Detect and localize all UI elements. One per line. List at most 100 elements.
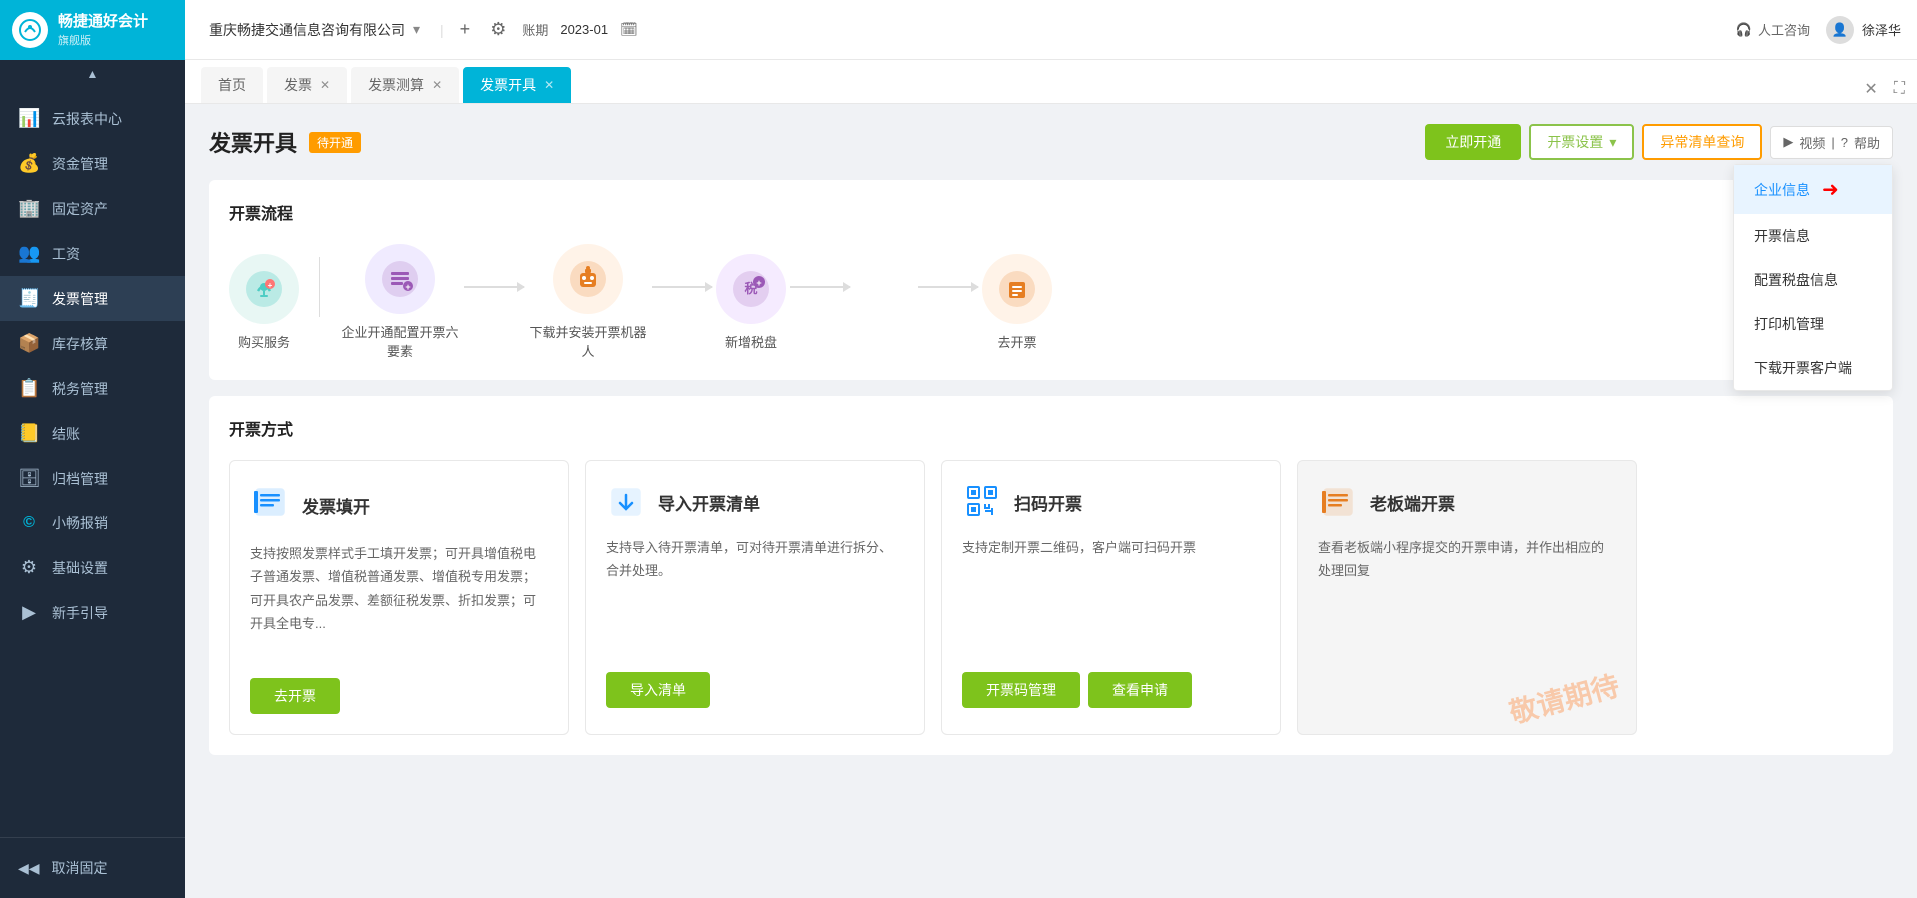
archive-icon: 🗄 [18,468,40,489]
scan-billing-view-btn[interactable]: 查看申请 [1088,672,1192,708]
dropdown-item-tax-disk-config[interactable]: 配置税盘信息 [1734,258,1892,302]
sidebar-label-tax-mgmt: 税务管理 [52,379,108,399]
flow-step-buy-service: + 购买服务 [229,254,299,351]
tab-invoice-calc[interactable]: 发票测算 ✕ [351,67,459,103]
help-label: 帮助 [1854,133,1880,152]
add-tax-disk-label: 新增税盘 [725,332,777,351]
invoice-mgmt-icon: 🧾 [18,288,40,309]
sidebar-label-inventory: 库存核算 [52,334,108,354]
cloud-report-icon: 📊 [18,108,40,129]
tabs-bar: 首页 发票 ✕ 发票测算 ✕ 发票开具 ✕ ✕ ⛶ [185,60,1917,104]
sidebar-scroll-up[interactable]: ▲ [0,60,185,88]
boss-billing-title: 老板端开票 [1370,490,1455,515]
sidebar-item-tax-mgmt[interactable]: 📋 税务管理 [0,366,185,411]
tab-invoice-label: 发票 [284,75,312,95]
period-calendar-icon[interactable]: 🗓 [620,21,638,38]
video-icon: ▶ [1783,134,1793,150]
scan-billing-title: 扫码开票 [1014,490,1082,515]
period-label: 账期 [522,20,548,39]
sidebar-item-payroll[interactable]: 👥 工资 [0,231,185,276]
sidebar-cancel-pin[interactable]: ◀◀ 取消固定 [18,850,167,886]
manual-billing-header: 发票填开 [250,481,548,530]
dropdown-tax-disk-config-label: 配置税盘信息 [1754,270,1838,290]
page-title: 发票开具 [209,126,297,158]
new-guide-icon: ▶ [18,602,40,623]
topbar-divider: | [440,22,444,38]
sidebar-item-fixed-assets[interactable]: 🏢 固定资产 [0,186,185,231]
svg-text:+: + [756,278,761,288]
billing-section-title: 开票方式 [229,416,1873,440]
scan-billing-header: 扫码开票 [962,481,1260,524]
svg-text:+: + [268,281,273,290]
status-badge: 待开通 [309,132,361,153]
tab-home[interactable]: 首页 [201,67,263,103]
scan-billing-mgmt-btn[interactable]: 开票码管理 [962,672,1080,708]
page-header: 发票开具 待开通 立即开通 开票设置 ▾ 异常清单查询 ▶ 视频 | ? 帮助 [209,124,1893,160]
sidebar-item-fund-mgmt[interactable]: 💰 资金管理 [0,141,185,186]
sidebar-item-archive[interactable]: 🗄 归档管理 [0,456,185,501]
dropdown-item-printer-mgmt[interactable]: 打印机管理 [1734,302,1892,346]
period-value: 2023-01 [560,22,608,37]
inventory-icon: 📦 [18,333,40,354]
buy-service-label: 购买服务 [238,332,290,351]
scan-billing-footer: 开票码管理 查看申请 [962,672,1260,708]
tabs-actions: ✕ ⛶ [1852,75,1917,103]
manual-billing-go-btn[interactable]: 去开票 [250,678,340,714]
tab-invoice-issue[interactable]: 发票开具 ✕ [463,67,571,103]
fixed-assets-icon: 🏢 [18,198,40,219]
sidebar-item-invoice-mgmt[interactable]: 🧾 发票管理 [0,276,185,321]
base-settings-icon: ⚙ [18,557,40,578]
tab-invoice[interactable]: 发票 ✕ [267,67,347,103]
enterprise-config-label: 企业开通配置开票六要素 [340,322,460,360]
exception-button[interactable]: 异常清单查询 [1642,124,1762,160]
dropdown-item-invoice-info[interactable]: 开票信息 [1734,214,1892,258]
company-selector[interactable]: 重庆畅捷交通信息咨询有限公司 ▾ [201,16,428,44]
tab-invoice-issue-close[interactable]: ✕ [544,78,554,92]
topbar-settings-button[interactable]: ⚙ [486,15,510,44]
content-area: 发票开具 待开通 立即开通 开票设置 ▾ 异常清单查询 ▶ 视频 | ? 帮助 [185,104,1917,898]
user-info[interactable]: 👤 徐泽华 [1826,16,1901,44]
dropdown-item-download-client[interactable]: 下载开票客户端 [1734,346,1892,390]
go-invoice-label: 去开票 [997,332,1036,351]
video-help-button[interactable]: ▶ 视频 | ? 帮助 [1770,126,1893,159]
sidebar-label-report: 小畅报销 [52,513,108,533]
sidebar-item-settle[interactable]: 📒 结账 [0,411,185,456]
sidebar: 畅捷通好会计 旗舰版 ▲ 📊 云报表中心 💰 资金管理 🏢 固定资产 👥 工资 … [0,0,185,898]
dropdown-invoice-info-label: 开票信息 [1754,226,1810,246]
header-actions: 立即开通 开票设置 ▾ 异常清单查询 ▶ 视频 | ? 帮助 企业信息 [1425,124,1893,160]
tab-invoice-issue-label: 发票开具 [480,75,536,95]
topbar-add-button[interactable]: + [456,15,475,44]
fund-mgmt-icon: 💰 [18,153,40,174]
sidebar-label-archive: 归档管理 [52,469,108,489]
tab-invoice-close[interactable]: ✕ [320,78,330,92]
sidebar-label-payroll: 工资 [52,244,80,264]
tab-maximize-btn[interactable]: ⛶ [1890,76,1909,102]
import-billing-btn[interactable]: 导入清单 [606,672,710,708]
settings-dropdown: 企业信息 ➜ 开票信息 配置税盘信息 打印机管理 下载开票客户端 [1733,164,1893,391]
sidebar-item-new-guide[interactable]: ▶ 新手引导 [0,590,185,635]
settings-label: 开票设置 [1547,132,1603,152]
flow-arrow-2 [464,286,524,288]
sidebar-item-cloud-report[interactable]: 📊 云报表中心 [0,96,185,141]
sidebar-item-base-settings[interactable]: ⚙ 基础设置 [0,545,185,590]
sidebar-item-report[interactable]: © 小畅报销 [0,501,185,545]
sidebar-item-inventory[interactable]: 📦 库存核算 [0,321,185,366]
go-invoice-icon [982,254,1052,324]
dropdown-company-info-label: 企业信息 [1754,180,1810,200]
scan-billing-desc: 支持定制开票二维码，客户端可扫码开票 [962,536,1260,656]
sidebar-label-settle: 结账 [52,424,80,444]
import-billing-title: 导入开票清单 [658,490,760,515]
billing-methods: 发票填开 支持按照发票样式手工填开发票；可开具增值税电子普通发票、增值税普通发票… [229,460,1873,735]
sidebar-logo[interactable]: 畅捷通好会计 旗舰版 [0,0,185,60]
help-divider: | [1831,135,1834,150]
tab-close-btn[interactable]: ✕ [1860,75,1881,103]
activate-button[interactable]: 立即开通 [1425,124,1521,160]
billing-card-boss: 老板端开票 查看老板端小程序提交的开票申请，并作出相应的处理回复 敬请期待 [1297,460,1637,735]
dropdown-item-company-info[interactable]: 企业信息 ➜ [1734,165,1892,214]
tab-invoice-calc-close[interactable]: ✕ [432,78,442,92]
sidebar-label-fixed-assets: 固定资产 [52,199,108,219]
settings-button[interactable]: 开票设置 ▾ [1529,124,1634,160]
scan-billing-icon [962,481,1002,524]
consultation-button[interactable]: 🎧 人工咨询 [1736,20,1810,39]
dropdown-download-client-label: 下载开票客户端 [1754,358,1852,378]
